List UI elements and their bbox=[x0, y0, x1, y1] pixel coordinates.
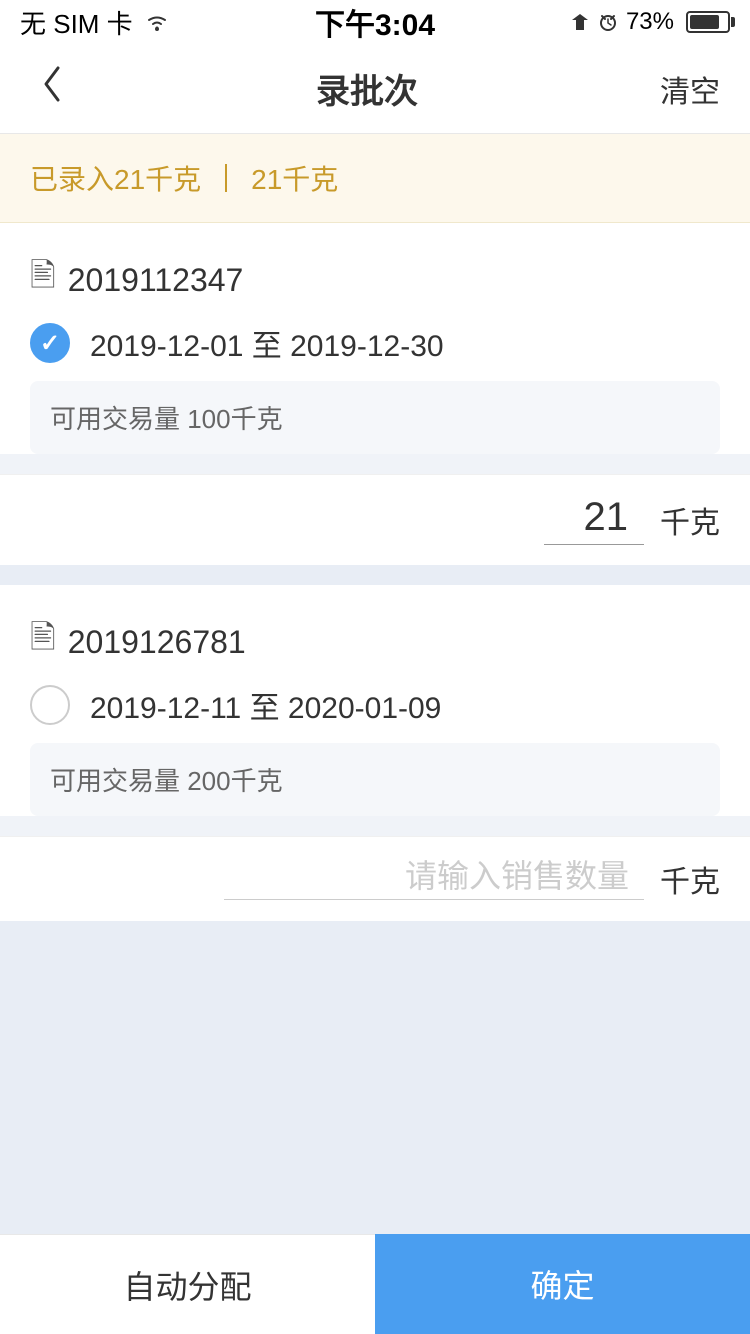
batch-item-2: 🖹 2019126781 2019-12-11 至 2020-01-09 可用交… bbox=[0, 585, 750, 816]
batch-icon-1: 🖹 bbox=[30, 253, 56, 307]
quantity-display-1: 21 bbox=[544, 495, 644, 545]
carrier-label: 无 SIM 卡 bbox=[20, 4, 133, 41]
input-unit-2: 千克 bbox=[660, 857, 720, 901]
batch-id-2: 2019126781 bbox=[68, 624, 246, 661]
quantity-input-2[interactable] bbox=[224, 858, 644, 900]
batch-id-1: 2019112347 bbox=[68, 262, 244, 299]
back-button[interactable] bbox=[30, 54, 74, 124]
quantity-value-1: 21 bbox=[584, 495, 629, 539]
batch-date-row-2[interactable]: 2019-12-11 至 2020-01-09 bbox=[30, 683, 720, 727]
batch-date-row-1[interactable]: 2019-12-01 至 2019-12-30 bbox=[30, 321, 720, 365]
radio-button-2[interactable] bbox=[30, 685, 70, 725]
batch-availability-1: 可用交易量 100千克 bbox=[30, 381, 720, 454]
alarm-icon bbox=[598, 12, 618, 32]
info-bar: 已录入21千克 21千克 bbox=[0, 134, 750, 223]
batch-item-1: 🖹 2019112347 2019-12-01 至 2019-12-30 可用交… bbox=[0, 223, 750, 454]
input-row-2: 千克 bbox=[0, 836, 750, 921]
batch-header-2: 🖹 2019126781 bbox=[30, 615, 720, 669]
batch-icon-2: 🖹 bbox=[30, 615, 56, 669]
status-left: 无 SIM 卡 bbox=[20, 4, 171, 41]
batch-date-1: 2019-12-01 至 2019-12-30 bbox=[90, 321, 444, 365]
radio-button-1[interactable] bbox=[30, 323, 70, 363]
bottom-bar: 自动分配 确定 bbox=[0, 1234, 750, 1334]
wifi-icon bbox=[143, 12, 171, 32]
batch-availability-2: 可用交易量 200千克 bbox=[30, 743, 720, 816]
info-divider bbox=[225, 164, 227, 192]
batch-date-2: 2019-12-11 至 2020-01-09 bbox=[90, 683, 441, 727]
info-value: 21千克 bbox=[251, 158, 338, 198]
status-bar: 无 SIM 卡 下午3:04 73% bbox=[0, 0, 750, 44]
recorded-label: 已录入21千克 bbox=[30, 158, 201, 198]
page-title: 录批次 bbox=[316, 64, 418, 113]
confirm-button[interactable]: 确定 bbox=[375, 1234, 750, 1334]
clear-button[interactable]: 清空 bbox=[660, 67, 720, 111]
battery-icon bbox=[686, 11, 730, 33]
location-icon bbox=[570, 12, 590, 32]
batch-header-1: 🖹 2019112347 bbox=[30, 253, 720, 307]
battery-percent: 73% bbox=[626, 8, 674, 36]
quantity-unit-1: 千克 bbox=[660, 498, 720, 542]
section-divider bbox=[0, 565, 750, 585]
quantity-row-1: 21 千克 bbox=[0, 474, 750, 565]
nav-bar: 录批次 清空 bbox=[0, 44, 750, 134]
status-time: 下午3:04 bbox=[315, 0, 435, 44]
auto-distribute-button[interactable]: 自动分配 bbox=[0, 1234, 375, 1334]
status-right: 73% bbox=[570, 8, 730, 36]
